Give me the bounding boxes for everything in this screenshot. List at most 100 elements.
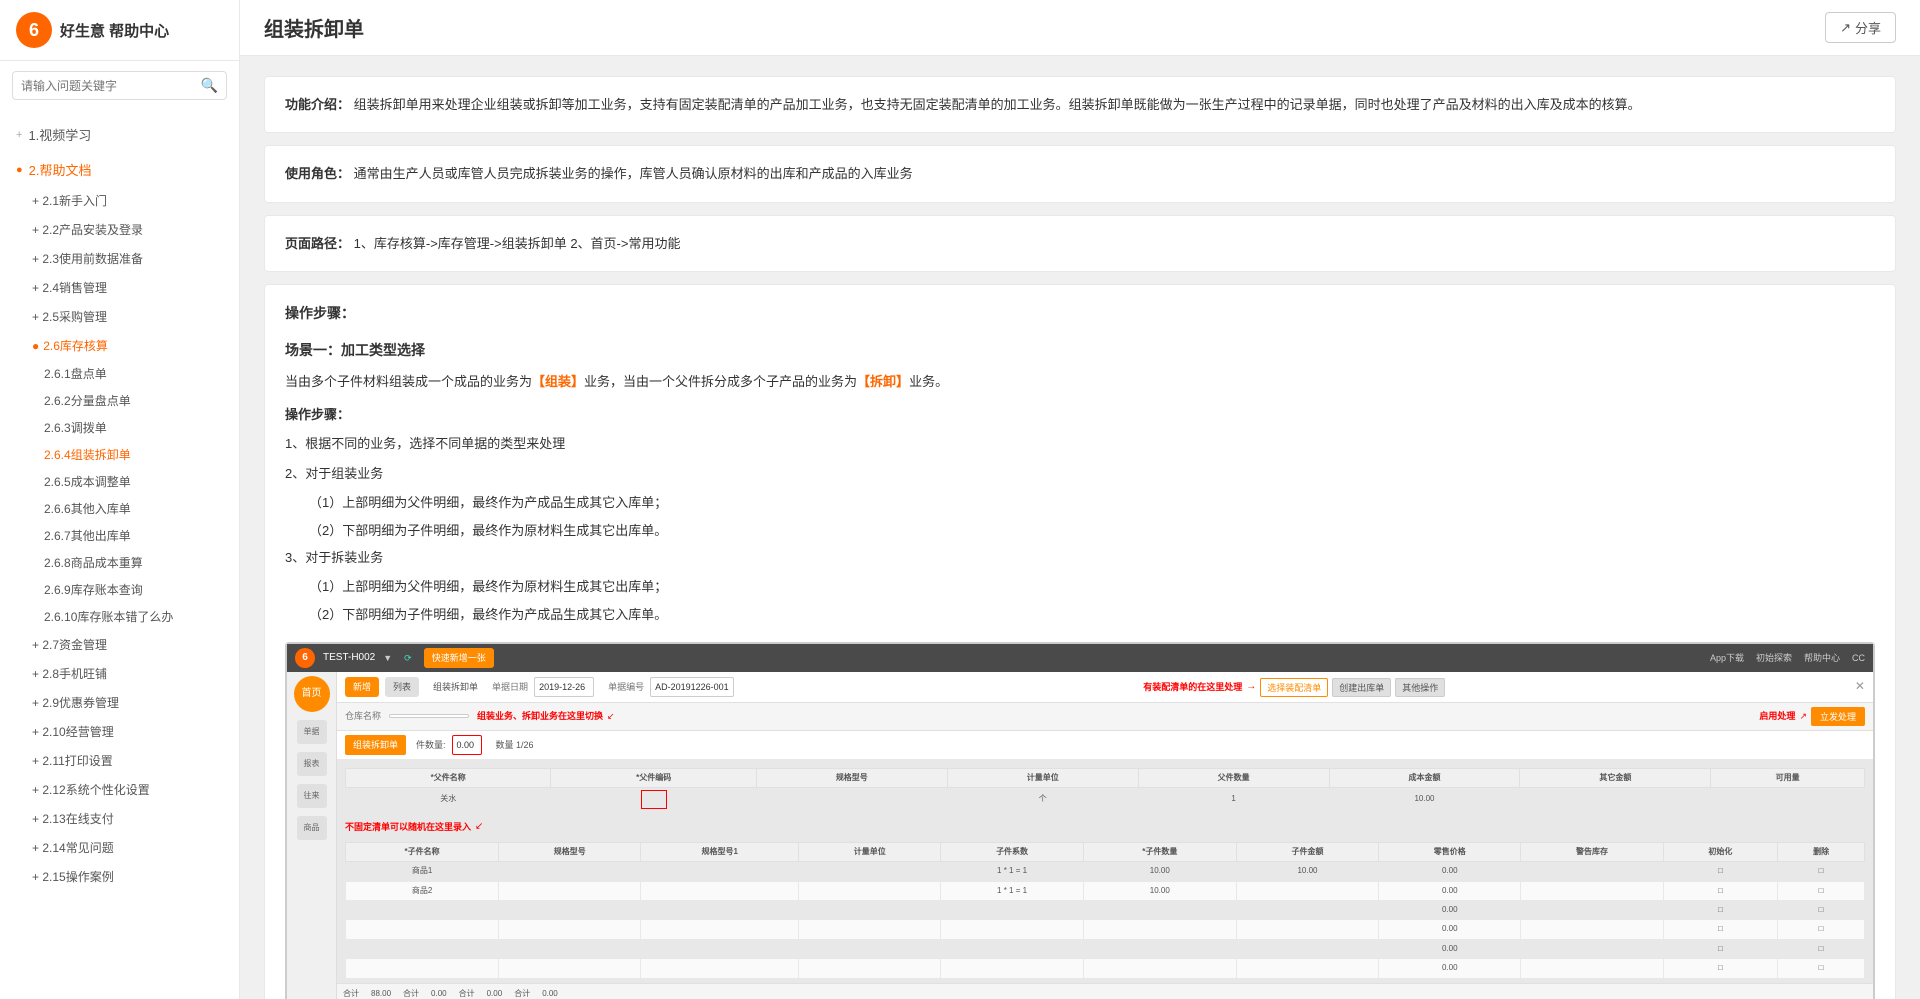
plus-icon: + bbox=[32, 310, 42, 324]
sim-th-available: 可用量 bbox=[1711, 769, 1865, 788]
plus-icon: + bbox=[32, 638, 42, 652]
sidebar-item-2-6-1[interactable]: 2.6.1盘点单 bbox=[0, 360, 239, 387]
sidebar-item-2-6-8[interactable]: 2.6.8商品成本重算 bbox=[0, 549, 239, 576]
sim-parent-table: *父件名称 *父件编码 规格型号 计量单位 父件数量 成本金额 其它金额 可用量 bbox=[345, 768, 1865, 812]
screenshot: 6 TEST-H002 ▼ ⟳ 快速新增一张 App下载 初始探索 帮助中心 C… bbox=[286, 643, 1874, 999]
sidebar-item-2-11[interactable]: + 2.11打印设置 bbox=[0, 746, 239, 775]
sim-child-name-2[interactable]: 商品2 bbox=[346, 881, 499, 900]
plus-icon: + bbox=[32, 725, 42, 739]
circle-icon: ● bbox=[32, 339, 39, 353]
sim-parent-qty[interactable]: 1 bbox=[1138, 788, 1329, 811]
steps-heading: 操作步骤： bbox=[285, 403, 1875, 426]
sidebar-item-2-6-3[interactable]: 2.6.3调拨单 bbox=[0, 414, 239, 441]
nav-section-docs: ● 2.帮助文档 + 2.1新手入门 + 2.2产品安装及登录 + 2.3使用前… bbox=[0, 153, 239, 891]
sidebar-item-2-6[interactable]: ● 2.6库存核算 bbox=[0, 331, 239, 360]
sidebar-item-2-6-10[interactable]: 2.6.10库存账本错了么办 bbox=[0, 603, 239, 630]
sim-bottom-bar: 合计 88.00 合计 0.00 合计 0.00 合计 0.00 bbox=[337, 983, 1873, 999]
sidebar-item-2-15[interactable]: + 2.15操作案例 bbox=[0, 862, 239, 891]
plus-icon: + bbox=[32, 223, 42, 237]
plus-icon: + bbox=[32, 754, 42, 768]
sim-type-row: 组装拆卸单 件数量: 0.00 数量 1/26 bbox=[337, 731, 1873, 760]
sim-annotation1-arrow: → bbox=[1246, 678, 1256, 696]
sidebar-item-2-12[interactable]: + 2.12系统个性化设置 bbox=[0, 775, 239, 804]
sim-quantity-input[interactable]: 0.00 bbox=[452, 735, 482, 755]
plus-icon: + bbox=[32, 870, 42, 884]
sidebar-item-2-3[interactable]: + 2.3使用前数据准备 bbox=[0, 244, 239, 273]
sim-parent-code[interactable] bbox=[551, 788, 756, 811]
sim-th-unit: 计量单位 bbox=[947, 769, 1138, 788]
sim-code-input[interactable]: AD-20191226-001 bbox=[650, 677, 734, 697]
sim-title-bar: 新增 列表 组装拆卸单 单据日期 2019-12-26 单据编号 AD-2019… bbox=[337, 672, 1873, 703]
sim-th-parent-code: *父件编码 bbox=[551, 769, 756, 788]
sidebar-item-2-6-9[interactable]: 2.6.9库存账本查询 bbox=[0, 576, 239, 603]
sidebar-item-2-6-5[interactable]: 2.6.5成本调整单 bbox=[0, 468, 239, 495]
table-row: 商品2 1 * 1 = 1 10.00 0.00 bbox=[346, 881, 1865, 900]
plus-icon: + bbox=[32, 281, 42, 295]
sidebar-item-2-6-6[interactable]: 2.6.6其他入库单 bbox=[0, 495, 239, 522]
sidebar-item-2-14[interactable]: + 2.14常见问题 bbox=[0, 833, 239, 862]
sim-home-icon[interactable]: 首页 bbox=[294, 676, 330, 712]
sim-create-outbound-btn[interactable]: 创建出库单 bbox=[1332, 678, 1391, 697]
sim-other-btn[interactable]: 其他操作 bbox=[1395, 678, 1445, 697]
sidebar-item-2-6-7[interactable]: 2.6.7其他出库单 bbox=[0, 522, 239, 549]
sim-th-child-name: *子件名称 bbox=[346, 842, 499, 861]
ops-heading: 操作步骤： bbox=[285, 301, 1875, 326]
sim-report-icon[interactable]: 报表 bbox=[297, 752, 327, 776]
sim-topbar-links: App下载 初始探索 帮助中心 CC bbox=[1710, 650, 1865, 666]
sidebar-item-2-2[interactable]: + 2.2产品安装及登录 bbox=[0, 215, 239, 244]
sim-doc-icon[interactable]: 单据 bbox=[297, 720, 327, 744]
intro-text: 组装拆卸单用来处理企业组装或拆卸等加工业务，支持有固定装配清单的产品加工业务，也… bbox=[354, 97, 1641, 112]
sim-th-warn-stock: 警告库存 bbox=[1521, 842, 1663, 861]
sim-child-qty-2[interactable]: 10.00 bbox=[1083, 881, 1236, 900]
sidebar-item-2-6-2[interactable]: 2.6.2分量盘点单 bbox=[0, 387, 239, 414]
sim-annotation4-arrow: ↙ bbox=[475, 818, 483, 836]
sidebar-item-2-7[interactable]: + 2.7资金管理 bbox=[0, 630, 239, 659]
plus-icon: + bbox=[32, 783, 42, 797]
table-row: 0.00□□ bbox=[346, 900, 1865, 919]
sidebar-item-docs[interactable]: ● 2.帮助文档 bbox=[0, 153, 239, 186]
sim-parent-name[interactable]: 关水 bbox=[346, 788, 551, 811]
sidebar-item-2-9[interactable]: + 2.9优惠券管理 bbox=[0, 688, 239, 717]
sim-th-retail: 零售价格 bbox=[1379, 842, 1521, 861]
sim-date-input[interactable]: 2019-12-26 bbox=[534, 677, 594, 697]
sim-child-qty-1[interactable]: 10.00 bbox=[1083, 862, 1236, 881]
sim-tab-list[interactable]: 列表 bbox=[385, 677, 419, 697]
path-card: 页面路径： 1、库存核算->库存管理->组装拆卸单 2、首页->常用功能 bbox=[264, 215, 1896, 272]
sim-th-child-amt: 子件金额 bbox=[1236, 842, 1378, 861]
sim-parent-cost: 10.00 bbox=[1329, 788, 1520, 811]
sim-goods-icon[interactable]: 商品 bbox=[297, 816, 327, 840]
sidebar-item-2-13[interactable]: + 2.13在线支付 bbox=[0, 804, 239, 833]
sim-select-bom-btn[interactable]: 选择装配清单 bbox=[1260, 678, 1328, 697]
sim-contact-icon[interactable]: 往来 bbox=[297, 784, 327, 808]
step1: 1、根据不同的业务，选择不同单据的类型来处理 bbox=[285, 432, 1875, 455]
step2-sub2: （2）下部明细为子件明细，最终作为原材料生成其它出库单。 bbox=[285, 519, 1875, 542]
sidebar-item-2-8[interactable]: + 2.8手机旺铺 bbox=[0, 659, 239, 688]
sim-right-area: 新增 列表 组装拆卸单 单据日期 2019-12-26 单据编号 AD-2019… bbox=[337, 672, 1873, 999]
sim-th-child-unit: 计量单位 bbox=[799, 842, 941, 861]
intro-card: 功能介绍： 组装拆卸单用来处理企业组装或拆卸等加工业务，支持有固定装配清单的产品… bbox=[264, 76, 1896, 133]
table-row: 关水 个 1 10.00 bbox=[346, 788, 1865, 811]
sidebar-item-2-5[interactable]: + 2.5采购管理 bbox=[0, 302, 239, 331]
sidebar-item-2-10[interactable]: + 2.10经营管理 bbox=[0, 717, 239, 746]
search-box[interactable]: 🔍 bbox=[12, 71, 227, 100]
sidebar-item-video[interactable]: + 1.视频学习 bbox=[0, 118, 239, 151]
sim-new-order-btn[interactable]: 快速新增一张 bbox=[424, 648, 494, 668]
sim-process-btn[interactable]: 立发处理 bbox=[1811, 707, 1865, 726]
plus-icon: + bbox=[32, 696, 42, 710]
ops-card: 操作步骤： 场景一：加工类型选择 当由多个子件材料组装成一个成品的业务为【组装】… bbox=[264, 284, 1896, 999]
sidebar-item-2-4[interactable]: + 2.4销售管理 bbox=[0, 273, 239, 302]
sidebar-item-2-1[interactable]: + 2.1新手入门 bbox=[0, 186, 239, 215]
sim-total-val3: 0.00 bbox=[487, 987, 503, 999]
search-input[interactable] bbox=[21, 79, 201, 93]
sim-child-name-1[interactable]: 商品1 bbox=[346, 862, 499, 881]
sim-close-icon[interactable]: ✕ bbox=[1855, 676, 1865, 698]
sim-tab-new[interactable]: 新增 bbox=[345, 677, 379, 697]
sidebar-item-2-6-4[interactable]: 2.6.4组装拆卸单 bbox=[0, 441, 239, 468]
share-button[interactable]: ↗ 分享 bbox=[1825, 12, 1896, 43]
screenshot-container: 6 TEST-H002 ▼ ⟳ 快速新增一张 App下载 初始探索 帮助中心 C… bbox=[285, 642, 1875, 999]
search-icon[interactable]: 🔍 bbox=[201, 77, 218, 94]
sim-warehouse-input[interactable] bbox=[389, 714, 469, 718]
sim-th-spec: 规格型号 bbox=[756, 769, 947, 788]
sidebar-item-video-label: 1.视频学习 bbox=[28, 125, 91, 144]
sim-annotation4-text: 不固定清单可以随机在这里录入 bbox=[345, 819, 471, 835]
